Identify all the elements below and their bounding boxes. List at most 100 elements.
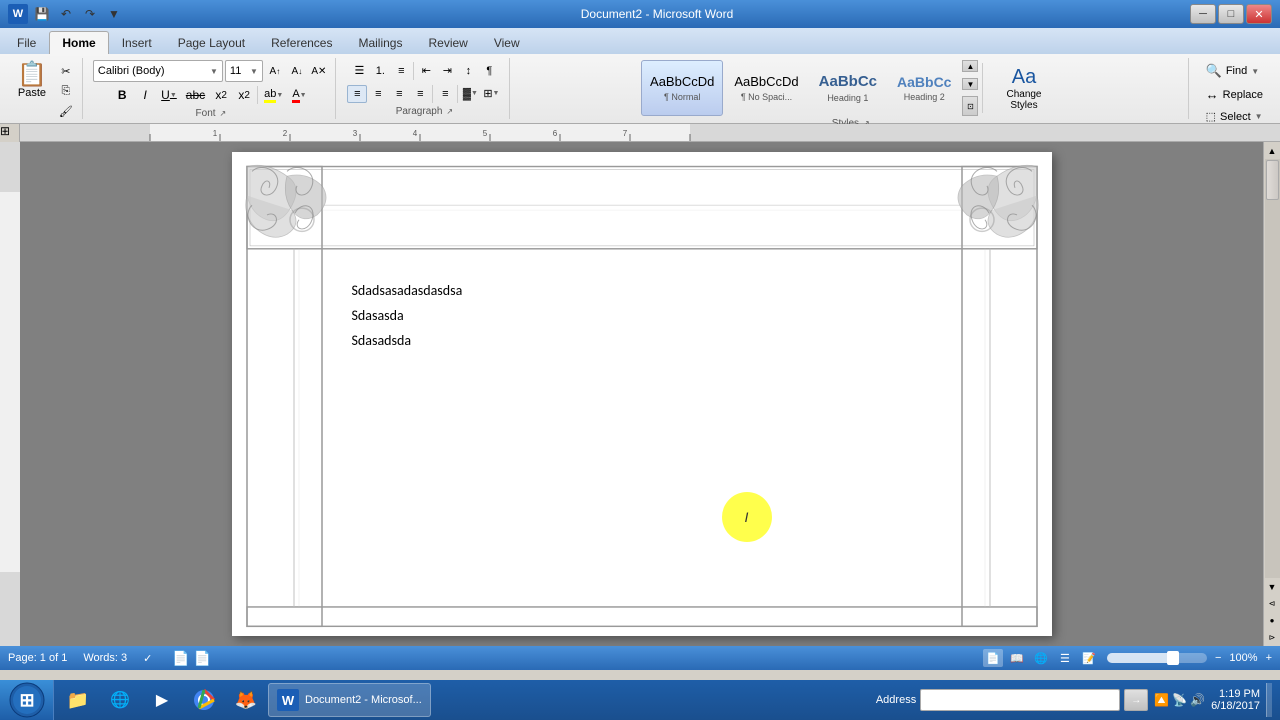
align-right-button[interactable]: ≡ xyxy=(389,85,409,103)
tab-review[interactable]: Review xyxy=(415,31,480,54)
show-hide-button[interactable]: ¶ xyxy=(479,62,499,80)
tray-icon-3[interactable]: 🔊 xyxy=(1190,693,1205,707)
cut-button[interactable]: ✂ xyxy=(56,62,76,80)
web-layout-button[interactable]: 🌐 xyxy=(1031,649,1051,667)
title-bar-controls: ─ □ ✕ xyxy=(1190,4,1272,24)
zoom-thumb[interactable] xyxy=(1167,651,1179,665)
undo-quick-btn[interactable]: ↶ xyxy=(56,5,76,23)
page-info-text: Page: 1 of 1 xyxy=(8,652,67,664)
document-content[interactable]: Sdadsasadasdasdsa Sdasasda Sdasadsda xyxy=(232,152,1052,417)
multilevel-button[interactable]: ≡ xyxy=(391,62,411,80)
style-heading2-button[interactable]: AaBbCc Heading 2 xyxy=(888,60,960,116)
tab-references[interactable]: References xyxy=(258,31,345,54)
full-reading-button[interactable]: 📖 xyxy=(1007,649,1027,667)
styles-scroll-down[interactable]: ▼ xyxy=(962,78,978,90)
numbering-button[interactable]: 1. xyxy=(370,62,390,80)
taskbar-media-player[interactable]: ▶ xyxy=(142,683,182,717)
shading-button[interactable]: ▓▼ xyxy=(460,85,480,103)
tray-icon-1[interactable]: 🔼 xyxy=(1154,693,1169,707)
shrink-font-button[interactable]: A↓ xyxy=(287,62,307,80)
next-page-button[interactable]: ⊳ xyxy=(1265,629,1280,646)
document-page[interactable]: Sdadsasadasdasdsa Sdasasda Sdasadsda I xyxy=(232,152,1052,636)
minimize-button[interactable]: ─ xyxy=(1190,4,1216,24)
outline-view-button[interactable]: ☰ xyxy=(1055,649,1075,667)
ruler-corner[interactable]: ⊞ xyxy=(0,124,20,142)
select-browse-button[interactable]: ● xyxy=(1265,612,1280,629)
scrollbar-track[interactable] xyxy=(1265,159,1280,578)
center-button[interactable]: ≡ xyxy=(368,85,388,103)
paste-button[interactable]: 📋 Paste xyxy=(10,60,54,122)
underline-button[interactable]: U▼ xyxy=(157,84,181,106)
find-button[interactable]: 🔍 Find ▼ xyxy=(1199,60,1270,82)
styles-more[interactable]: ⊡ xyxy=(962,96,978,116)
start-button[interactable]: ⊞ xyxy=(0,680,54,720)
tab-home[interactable]: Home xyxy=(49,31,108,54)
taskbar-chrome[interactable] xyxy=(184,683,224,717)
line-spacing-button[interactable]: ≡ xyxy=(435,85,455,103)
right-scrollbar[interactable]: ▲ ▼ ⊲ ● ⊳ xyxy=(1263,142,1280,646)
draft-view-button[interactable]: 📝 xyxy=(1079,649,1099,667)
print-layout-button[interactable]: 📄 xyxy=(983,649,1003,667)
strikethrough-button[interactable]: abc xyxy=(182,84,209,106)
tab-insert[interactable]: Insert xyxy=(109,31,165,54)
format-painter-button[interactable]: 🖌 xyxy=(56,102,76,120)
paragraph-expand-icon[interactable]: ↗ xyxy=(446,107,453,116)
scroll-down-button[interactable]: ▼ xyxy=(1265,578,1280,595)
subscript-button[interactable]: x2 xyxy=(210,84,232,106)
styles-group: AaBbCcDd ¶ Normal AaBbCcDd ¶ No Spaci...… xyxy=(514,58,1189,119)
style-normal-button[interactable]: AaBbCcDd ¶ Normal xyxy=(641,60,723,116)
customize-quick-btn[interactable]: ▼ xyxy=(104,5,124,23)
system-tray: 🔼 📡 🔊 xyxy=(1154,693,1205,707)
taskbar-word[interactable]: W Document2 - Microsof... xyxy=(268,683,431,717)
increase-indent-button[interactable]: ⇥ xyxy=(437,62,457,80)
zoom-decrease-button[interactable]: − xyxy=(1215,652,1221,664)
italic-button[interactable]: I xyxy=(134,84,156,106)
select-dropdown-icon: ▼ xyxy=(1255,112,1263,121)
show-desktop-button[interactable] xyxy=(1266,683,1272,717)
zoom-bar[interactable] xyxy=(1107,653,1207,663)
replace-button[interactable]: ↔ Replace xyxy=(1199,84,1270,105)
bold-button[interactable]: B xyxy=(111,84,133,106)
tab-mailings[interactable]: Mailings xyxy=(345,31,415,54)
bullets-button[interactable]: ☰ xyxy=(349,62,369,80)
font-color-button[interactable]: A▼ xyxy=(288,84,310,106)
document-scroll-area[interactable]: Sdadsasadasdasdsa Sdasasda Sdasadsda I xyxy=(20,142,1263,646)
styles-scroll-up[interactable]: ▲ xyxy=(962,60,978,72)
redo-quick-btn[interactable]: ↷ xyxy=(80,5,100,23)
restore-button[interactable]: □ xyxy=(1218,4,1244,24)
sort-button[interactable]: ↕ xyxy=(458,62,478,80)
zoom-increase-button[interactable]: + xyxy=(1266,652,1272,664)
font-expand-icon[interactable]: ↗ xyxy=(220,109,227,118)
style-heading1-button[interactable]: AaBbCc Heading 1 xyxy=(810,60,886,116)
tab-view[interactable]: View xyxy=(481,31,533,54)
font-size-selector[interactable]: 11 ▼ xyxy=(225,60,263,82)
taskbar-ie[interactable]: 🌐 xyxy=(100,683,140,717)
address-input[interactable] xyxy=(920,689,1120,711)
scrollbar-thumb[interactable] xyxy=(1266,160,1279,200)
decrease-indent-button[interactable]: ⇤ xyxy=(416,62,436,80)
change-styles-button[interactable]: Aa Change Styles xyxy=(987,60,1060,116)
replace-label: Replace xyxy=(1223,89,1263,101)
highlight-button[interactable]: ab▼ xyxy=(260,84,287,106)
font-name-selector[interactable]: Calibri (Body) ▼ xyxy=(93,60,223,82)
copy-button[interactable]: ⎘ xyxy=(56,82,76,100)
tray-icon-2[interactable]: 📡 xyxy=(1172,693,1187,707)
scroll-up-button[interactable]: ▲ xyxy=(1265,142,1280,159)
borders-button[interactable]: ⊞▼ xyxy=(481,85,501,103)
justify-button[interactable]: ≡ xyxy=(410,85,430,103)
grow-font-button[interactable]: A↑ xyxy=(265,62,285,80)
save-quick-btn[interactable]: 💾 xyxy=(32,5,52,23)
close-button[interactable]: ✕ xyxy=(1246,4,1272,24)
tab-file[interactable]: File xyxy=(4,31,49,54)
left-ruler xyxy=(0,142,20,646)
clear-formatting-button[interactable]: A✕ xyxy=(309,62,329,80)
align-left-button[interactable]: ≡ xyxy=(347,85,367,103)
style-no-spacing-button[interactable]: AaBbCcDd ¶ No Spaci... xyxy=(725,60,807,116)
taskbar-firefox[interactable]: 🦊 xyxy=(226,683,266,717)
taskbar-clock[interactable]: 1:19 PM 6/18/2017 xyxy=(1211,688,1260,712)
superscript-button[interactable]: x2 xyxy=(233,84,255,106)
tab-page-layout[interactable]: Page Layout xyxy=(165,31,258,54)
taskbar-explorer[interactable]: 📁 xyxy=(58,683,98,717)
prev-page-button[interactable]: ⊲ xyxy=(1265,595,1280,612)
address-go-button[interactable]: → xyxy=(1124,689,1148,711)
